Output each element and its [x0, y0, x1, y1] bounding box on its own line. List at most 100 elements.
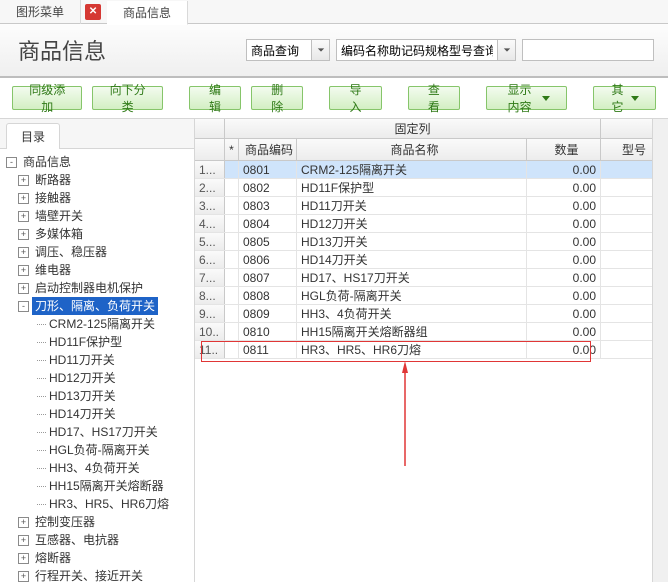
tree-node-label[interactable]: 商品信息: [20, 153, 74, 171]
table-row[interactable]: 8...0808HGL负荷-隔离开关0.00: [195, 287, 668, 305]
tree-node-label[interactable]: HD11刀开关: [46, 351, 118, 369]
tree-node[interactable]: HGL负荷-隔离开关: [4, 441, 192, 459]
tree-node[interactable]: HR3、HR5、HR6刀熔: [4, 495, 192, 513]
tree-node[interactable]: CRM2-125隔离开关: [4, 315, 192, 333]
search-field-input[interactable]: [337, 40, 497, 60]
tree-node[interactable]: +断路器: [4, 171, 192, 189]
expand-icon[interactable]: +: [18, 265, 29, 276]
classify-down-button[interactable]: 向下分类: [92, 86, 162, 110]
tree-node-label[interactable]: HGL负荷-隔离开关: [46, 441, 153, 459]
tree-node[interactable]: HD17、HS17刀开关: [4, 423, 192, 441]
tree-node[interactable]: +多媒体箱: [4, 225, 192, 243]
edit-button[interactable]: 编辑: [189, 86, 241, 110]
tree-node-label[interactable]: 熔断器: [32, 549, 74, 567]
expand-icon[interactable]: +: [18, 553, 29, 564]
expand-icon[interactable]: +: [18, 229, 29, 240]
tree-node[interactable]: +启动控制器电机保护: [4, 279, 192, 297]
table-row[interactable]: 6...0806HD14刀开关0.00: [195, 251, 668, 269]
tree-node-label[interactable]: 控制变压器: [32, 513, 98, 531]
expand-icon[interactable]: +: [18, 283, 29, 294]
tree-node-label[interactable]: 墙壁开关: [32, 207, 86, 225]
show-content-button[interactable]: 显示内容: [486, 86, 567, 110]
chevron-down-icon[interactable]: [497, 40, 515, 60]
search-type-combo[interactable]: [246, 39, 330, 61]
expand-icon[interactable]: +: [18, 175, 29, 186]
sidebar-tab-catalog[interactable]: 目录: [6, 123, 60, 149]
col-name[interactable]: 商品名称: [297, 139, 527, 160]
search-type-input[interactable]: [247, 40, 311, 60]
table-row[interactable]: 7...0807HD17、HS17刀开关0.00: [195, 269, 668, 287]
expand-icon[interactable]: +: [18, 535, 29, 546]
search-keyword-input[interactable]: [523, 40, 653, 60]
table-row[interactable]: 5...0805HD13刀开关0.00: [195, 233, 668, 251]
collapse-icon[interactable]: -: [18, 301, 29, 312]
search-field-combo[interactable]: [336, 39, 516, 61]
expand-icon[interactable]: +: [18, 571, 29, 582]
col-code[interactable]: 商品编码: [239, 139, 297, 160]
col-star[interactable]: *: [225, 139, 239, 160]
tree-node-label[interactable]: HD17、HS17刀开关: [46, 423, 161, 441]
tree-node[interactable]: +墙壁开关: [4, 207, 192, 225]
table-row[interactable]: 2...0802HD11F保护型0.00: [195, 179, 668, 197]
tree[interactable]: -商品信息+断路器+接触器+墙壁开关+多媒体箱+调压、稳压器+维电器+启动控制器…: [0, 149, 194, 582]
view-button[interactable]: 查看: [408, 86, 460, 110]
tree-node-label[interactable]: HR3、HR5、HR6刀熔: [46, 495, 172, 513]
tree-node[interactable]: +调压、稳压器: [4, 243, 192, 261]
tree-node[interactable]: +维电器: [4, 261, 192, 279]
tree-node-label[interactable]: 启动控制器电机保护: [32, 279, 146, 297]
tree-node-label[interactable]: HD12刀开关: [46, 369, 119, 387]
table-row[interactable]: 10..0810HH15隔离开关熔断器组0.00: [195, 323, 668, 341]
expand-icon[interactable]: +: [18, 517, 29, 528]
table-row[interactable]: 4...0804HD12刀开关0.00: [195, 215, 668, 233]
tree-node[interactable]: HD14刀开关: [4, 405, 192, 423]
col-qty[interactable]: 数量: [527, 139, 601, 160]
tree-node-label[interactable]: HD14刀开关: [46, 405, 119, 423]
tree-node-label[interactable]: 维电器: [32, 261, 74, 279]
collapse-icon[interactable]: -: [6, 157, 17, 168]
table-row[interactable]: 1...0801CRM2-125隔离开关0.00: [195, 161, 668, 179]
tree-node-label[interactable]: 多媒体箱: [32, 225, 86, 243]
tree-node[interactable]: HD13刀开关: [4, 387, 192, 405]
chevron-down-icon[interactable]: [311, 40, 329, 60]
table-row[interactable]: 3...0803HD11刀开关0.00: [195, 197, 668, 215]
tree-node[interactable]: HD11F保护型: [4, 333, 192, 351]
tree-node-label[interactable]: 断路器: [32, 171, 74, 189]
tree-node-label[interactable]: 互感器、电抗器: [32, 531, 122, 549]
add-sibling-button[interactable]: 同级添加: [12, 86, 82, 110]
tree-node-label[interactable]: HD13刀开关: [46, 387, 119, 405]
tree-node[interactable]: +互感器、电抗器: [4, 531, 192, 549]
tree-node[interactable]: -商品信息: [4, 153, 192, 171]
expand-icon[interactable]: +: [18, 211, 29, 222]
tree-node[interactable]: +行程开关、接近开关: [4, 567, 192, 582]
tree-node[interactable]: -刀形、隔离、负荷开关: [4, 297, 192, 315]
import-button[interactable]: 导入: [329, 86, 381, 110]
tree-node[interactable]: HD12刀开关: [4, 369, 192, 387]
delete-button[interactable]: 删除: [251, 86, 303, 110]
tab-product-info[interactable]: 商品信息: [107, 1, 188, 25]
tree-node[interactable]: +控制变压器: [4, 513, 192, 531]
tree-node-label[interactable]: 行程开关、接近开关: [32, 567, 146, 582]
tree-node-label[interactable]: 接触器: [32, 189, 74, 207]
vertical-scrollbar[interactable]: [652, 119, 668, 582]
tree-node[interactable]: HD11刀开关: [4, 351, 192, 369]
tree-node-label[interactable]: CRM2-125隔离开关: [46, 315, 158, 333]
tree-node[interactable]: HH3、4负荷开关: [4, 459, 192, 477]
tree-node-label[interactable]: HH15隔离开关熔断器: [46, 477, 167, 495]
tree-node-label[interactable]: 调压、稳压器: [32, 243, 110, 261]
row-name: HR3、HR5、HR6刀熔: [297, 341, 527, 358]
tree-node[interactable]: +接触器: [4, 189, 192, 207]
tree-node-label[interactable]: 刀形、隔离、负荷开关: [32, 297, 158, 315]
other-button[interactable]: 其它: [593, 86, 656, 110]
tree-node-label[interactable]: HH3、4负荷开关: [46, 459, 143, 477]
expand-icon[interactable]: +: [18, 193, 29, 204]
table-row[interactable]: 9...0809HH3、4负荷开关0.00: [195, 305, 668, 323]
grid-body[interactable]: 1...0801CRM2-125隔离开关0.002...0802HD11F保护型…: [195, 161, 668, 359]
search-keyword-combo[interactable]: [522, 39, 654, 61]
tree-node[interactable]: HH15隔离开关熔断器: [4, 477, 192, 495]
tab-graph-menu[interactable]: 图形菜单: [0, 0, 81, 24]
tree-node-label[interactable]: HD11F保护型: [46, 333, 125, 351]
close-icon[interactable]: ✕: [85, 4, 101, 20]
table-row[interactable]: 11..0811HR3、HR5、HR6刀熔0.00: [195, 341, 668, 359]
tree-node[interactable]: +熔断器: [4, 549, 192, 567]
expand-icon[interactable]: +: [18, 247, 29, 258]
